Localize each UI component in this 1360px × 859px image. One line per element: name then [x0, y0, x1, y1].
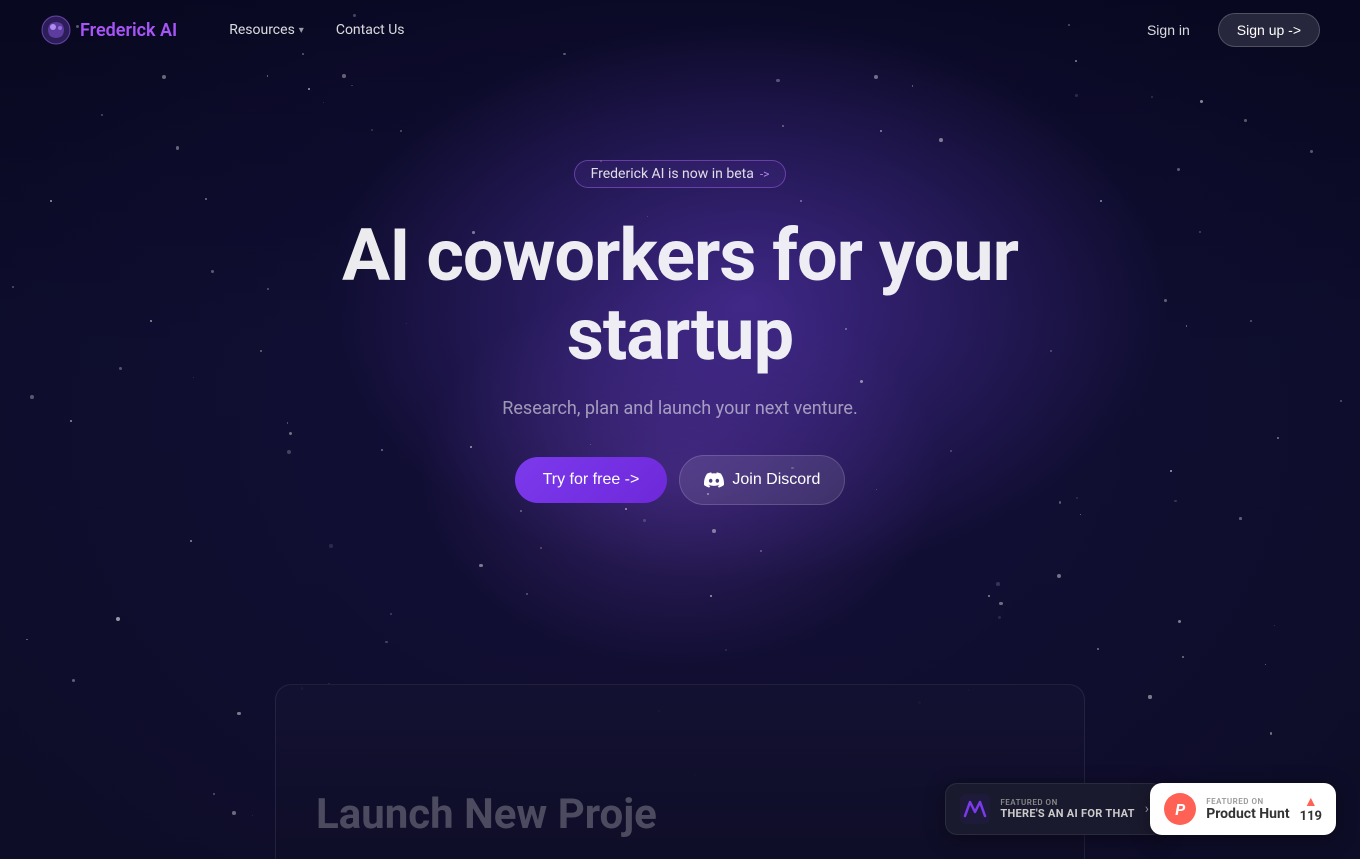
- beta-badge[interactable]: Frederick AI is now in beta ->: [574, 160, 787, 188]
- nav-contact[interactable]: Contact Us: [324, 16, 417, 44]
- ph-icon: P: [1164, 793, 1196, 825]
- try-for-free-button[interactable]: Try for free ->: [515, 457, 668, 503]
- discord-icon: [704, 470, 724, 490]
- hero-section: Frederick AI is now in beta -> AI cowork…: [0, 60, 1360, 505]
- logo-text: Frederick AI: [80, 20, 177, 41]
- ph-count: 119: [1300, 809, 1322, 824]
- navbar-right: Sign in Sign up ->: [1131, 13, 1320, 47]
- aiforthat-text-area: FEATURED ON THERE'S AN AI FOR THAT: [1000, 798, 1134, 820]
- preview-text: Launch New Proje: [316, 790, 657, 839]
- nav-links: Resources ▾ Contact Us: [217, 16, 416, 44]
- ph-main-label: Product Hunt: [1206, 806, 1289, 822]
- ph-count-area: ▲ 119: [1300, 795, 1322, 824]
- hero-title: AI coworkers for your startup: [342, 216, 1018, 374]
- signup-button[interactable]: Sign up ->: [1218, 13, 1320, 47]
- signin-button[interactable]: Sign in: [1131, 14, 1206, 46]
- product-hunt-badge[interactable]: P FEATURED ON Product Hunt ▲ 119: [1150, 783, 1336, 835]
- aiforthat-icon: [960, 794, 990, 824]
- aiforthat-label: FEATURED ON: [1000, 798, 1134, 807]
- aiforthat-main: THERE'S AN AI FOR THAT: [1000, 807, 1134, 820]
- hero-subtitle: Research, plan and launch your next vent…: [502, 398, 857, 419]
- aiforthat-arrow: ›: [1145, 801, 1149, 817]
- ph-featured-label: FEATURED ON: [1206, 797, 1289, 806]
- navbar: Frederick AI Resources ▾ Contact Us Sign…: [0, 0, 1360, 60]
- logo[interactable]: Frederick AI: [40, 14, 177, 46]
- chevron-down-icon: ▾: [299, 25, 304, 36]
- join-discord-button[interactable]: Join Discord: [679, 455, 845, 505]
- nav-resources[interactable]: Resources ▾: [217, 16, 316, 44]
- logo-icon: [40, 14, 72, 46]
- beta-badge-text: Frederick AI is now in beta: [591, 166, 754, 182]
- ph-upvote-arrow: ▲: [1304, 795, 1318, 809]
- beta-badge-arrow: ->: [760, 167, 770, 181]
- navbar-left: Frederick AI Resources ▾ Contact Us: [40, 14, 417, 46]
- ph-text-area: FEATURED ON Product Hunt: [1206, 797, 1289, 822]
- hero-buttons: Try for free -> Join Discord: [515, 455, 846, 505]
- aiforthat-badge[interactable]: FEATURED ON THERE'S AN AI FOR THAT ›: [945, 783, 1164, 835]
